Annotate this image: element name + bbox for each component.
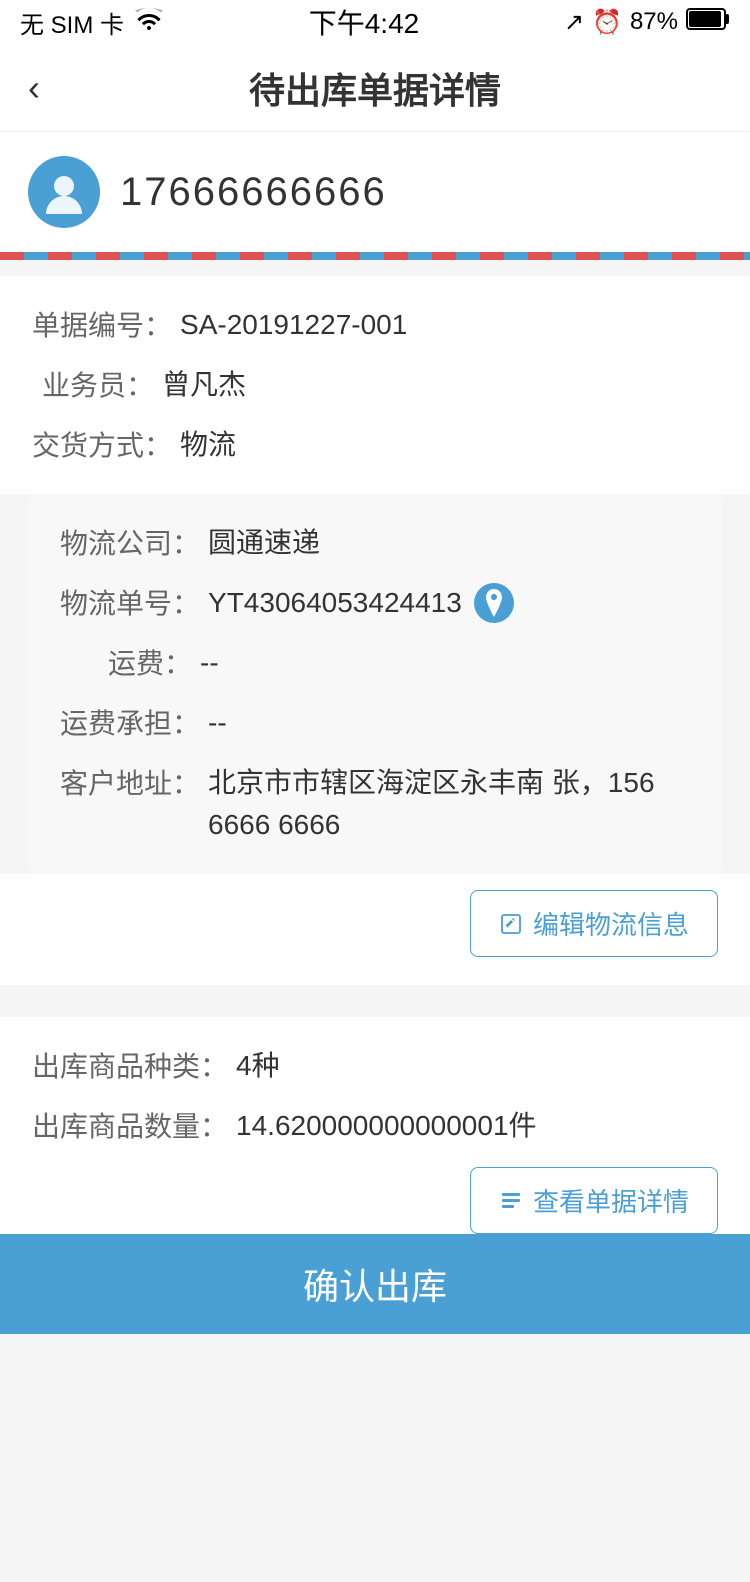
- tracking-label: 物流单号：: [60, 582, 208, 622]
- freight-bear-row: 运费承担： --: [60, 702, 690, 744]
- section-divider-1: [0, 985, 750, 1001]
- goods-quantity-row: 出库商品数量： 14.620000000000001件: [32, 1105, 718, 1147]
- address-label: 客户地址：: [60, 762, 208, 802]
- freight-bear-value: --: [208, 702, 690, 744]
- customer-phone: 17666666666: [120, 170, 387, 215]
- view-detail-button[interactable]: 查看单据详情: [470, 1167, 718, 1234]
- status-bar: 无 SIM 卡 下午4:42 ↗ ⏰ 87%: [0, 0, 750, 44]
- delivery-value: 物流: [180, 424, 718, 466]
- customer-header: 17666666666: [0, 132, 750, 252]
- salesman-label: 业务员：: [32, 364, 162, 404]
- status-right: ↗ ⏰ 87%: [564, 8, 730, 37]
- carrier-text: 无 SIM 卡: [20, 5, 124, 40]
- avatar: [28, 156, 100, 228]
- goods-types-value: 4种: [236, 1045, 718, 1087]
- company-row: 物流公司： 圆通速递: [60, 522, 690, 564]
- goods-quantity-label: 出库商品数量：: [32, 1105, 236, 1145]
- view-detail-label: 查看单据详情: [533, 1182, 689, 1219]
- freight-label: 运费：: [60, 642, 200, 682]
- document-value: SA-20191227-001: [180, 304, 718, 346]
- freight-bear-label: 运费承担：: [60, 702, 208, 742]
- goods-quantity-value: 14.620000000000001件: [236, 1105, 718, 1147]
- address-value: 北京市市辖区海淀区永丰南 张，156 6666 6666: [208, 762, 690, 846]
- delivery-label: 交货方式：: [32, 424, 180, 464]
- back-button[interactable]: ‹: [28, 67, 40, 109]
- status-time: 下午4:42: [309, 2, 420, 42]
- nav-bar: ‹ 待出库单据详情: [0, 44, 750, 132]
- company-label: 物流公司：: [60, 522, 208, 562]
- confirm-bar[interactable]: 确认出库: [0, 1234, 750, 1334]
- company-value: 圆通速递: [208, 522, 690, 564]
- status-left: 无 SIM 卡: [20, 5, 164, 40]
- document-label: 单据编号：: [32, 304, 180, 344]
- view-detail-section: 查看单据详情: [32, 1167, 718, 1234]
- confirm-button-label: 确认出库: [303, 1258, 447, 1310]
- delivery-row: 交货方式： 物流: [32, 424, 718, 466]
- alarm-icon: ⏰: [592, 8, 622, 37]
- edit-logistics-label: 编辑物流信息: [533, 905, 689, 942]
- salesman-value: 曾凡杰: [162, 364, 718, 406]
- logistics-card: 物流公司： 圆通速递 物流单号： YT43064053424413 运费： --…: [28, 494, 722, 874]
- tracking-row: 物流单号： YT43064053424413: [60, 582, 690, 624]
- freight-row: 运费： --: [60, 642, 690, 684]
- goods-types-label: 出库商品种类：: [32, 1045, 236, 1085]
- tracking-map-icon[interactable]: [474, 583, 514, 623]
- edit-logistics-button[interactable]: 编辑物流信息: [470, 890, 718, 957]
- basic-info-section: 单据编号： SA-20191227-001 业务员： 曾凡杰 交货方式： 物流: [0, 276, 750, 494]
- goods-types-row: 出库商品种类： 4种: [32, 1045, 718, 1087]
- tracking-value: YT43064053424413: [208, 582, 690, 624]
- dashed-divider: [0, 252, 750, 260]
- page-title: 待出库单据详情: [249, 62, 501, 114]
- battery-text: 87%: [630, 8, 678, 36]
- salesman-row: 业务员： 曾凡杰: [32, 364, 718, 406]
- edit-logistics-section: 编辑物流信息: [0, 874, 750, 985]
- battery-icon: [686, 8, 730, 37]
- goods-section: 出库商品种类： 4种 出库商品数量： 14.620000000000001件 查…: [0, 1017, 750, 1262]
- freight-value: --: [200, 642, 690, 684]
- wifi-icon: [134, 8, 164, 37]
- location-icon: ↗: [564, 8, 584, 37]
- document-row: 单据编号： SA-20191227-001: [32, 304, 718, 346]
- address-row: 客户地址： 北京市市辖区海淀区永丰南 张，156 6666 6666: [60, 762, 690, 846]
